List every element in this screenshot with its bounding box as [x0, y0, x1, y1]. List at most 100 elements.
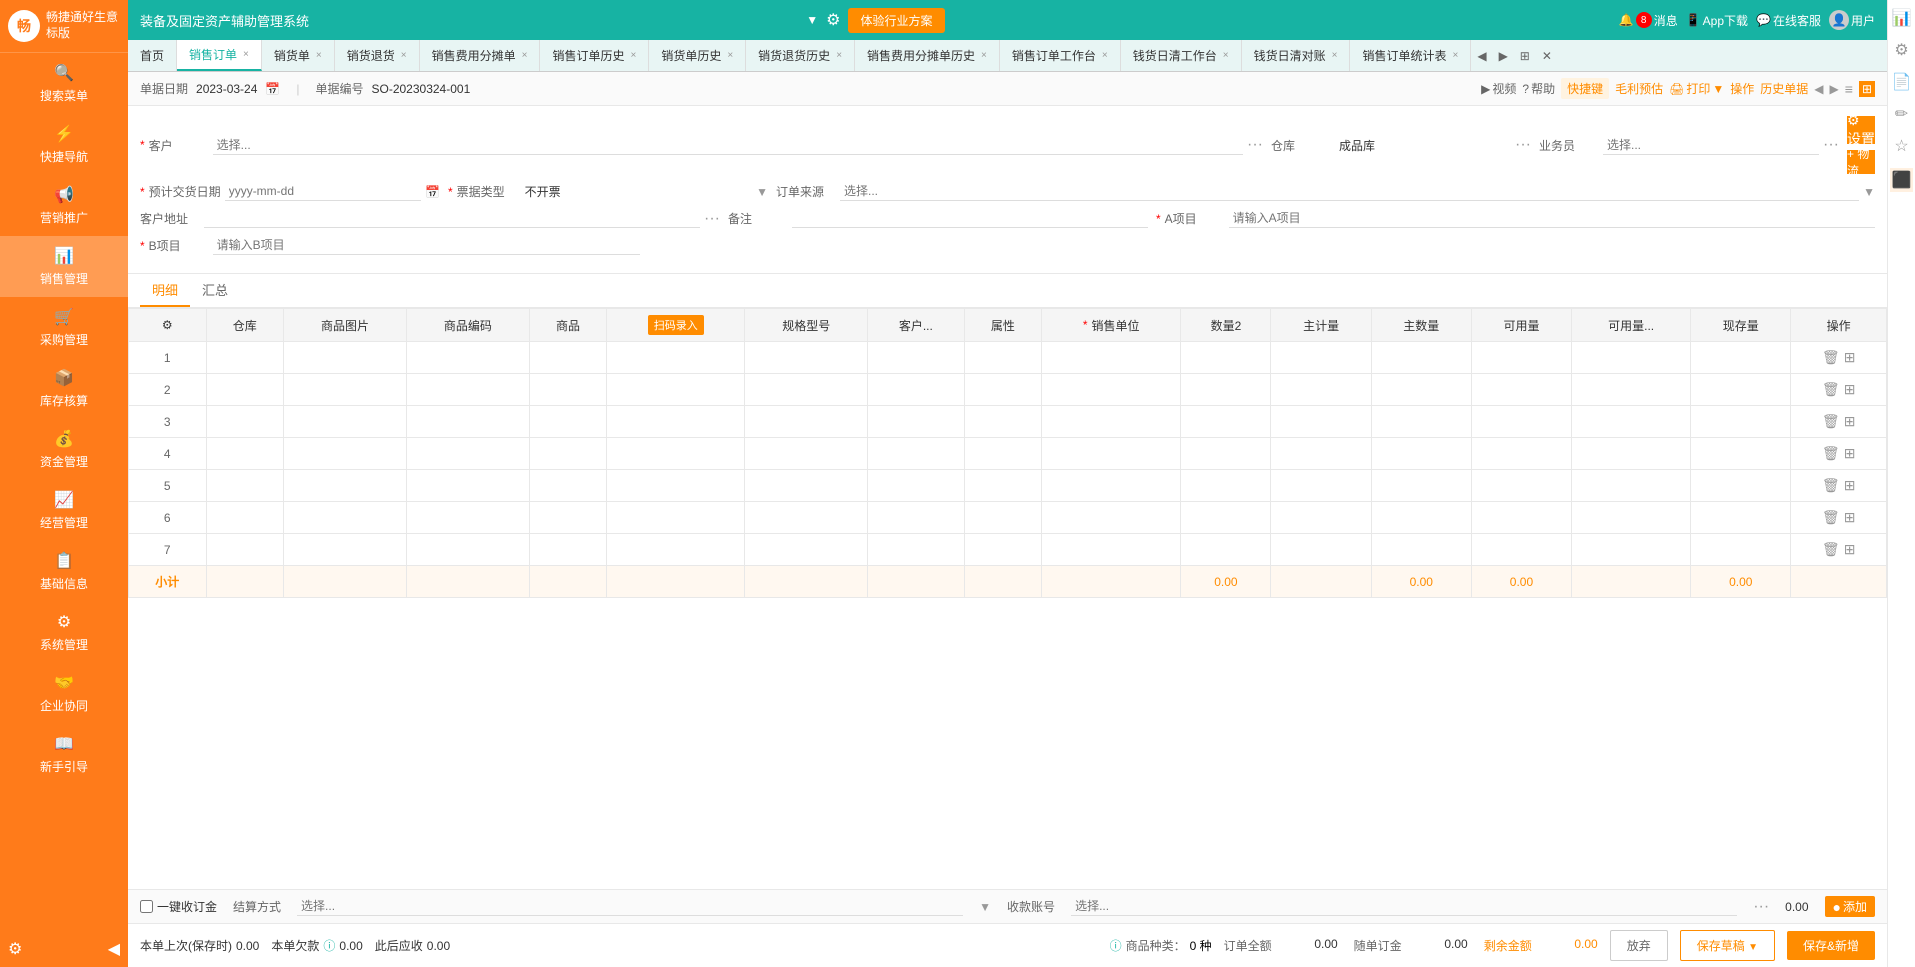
profit-btn[interactable]: 毛利预估 [1615, 80, 1663, 97]
td-warehouse-4[interactable] [206, 438, 284, 470]
tab-close-btn[interactable]: × [1102, 50, 1108, 61]
list-view-icon[interactable]: ≡ [1845, 81, 1853, 97]
td-available2-5[interactable] [1572, 470, 1691, 502]
td-customer_code-1[interactable] [868, 342, 964, 374]
invoice-dropdown-icon[interactable]: ▼ [756, 185, 768, 199]
receipt-account-input[interactable] [1071, 897, 1737, 916]
sidebar-item-经营管理[interactable]: 📈经营管理 [0, 480, 128, 541]
td-customer_code-5[interactable] [868, 470, 964, 502]
td-attribute-2[interactable] [964, 374, 1042, 406]
tab-销货退货[interactable]: 销货退货× [335, 40, 420, 71]
tab-next-btn[interactable]: ▶ [1493, 40, 1514, 71]
td-image-5[interactable] [284, 470, 407, 502]
td-warehouse-5[interactable] [206, 470, 284, 502]
right-icon-5[interactable]: ☆ [1894, 136, 1908, 156]
tab-prev-btn[interactable]: ◀ [1471, 40, 1492, 71]
td-sales_unit-6[interactable] [1042, 502, 1181, 534]
td-main_qty-2[interactable] [1371, 374, 1471, 406]
help-btn[interactable]: ? 帮助 [1522, 80, 1555, 97]
td-sales_unit-1[interactable] [1042, 342, 1181, 374]
td-warehouse-2[interactable] [206, 374, 284, 406]
payment-dropdown-icon[interactable]: ▼ [979, 900, 991, 914]
td-main_unit-5[interactable] [1271, 470, 1371, 502]
product-count-icon[interactable]: ⓘ [1110, 937, 1122, 954]
td-qty2-2[interactable] [1181, 374, 1271, 406]
td-image-7[interactable] [284, 534, 407, 566]
copy-icon[interactable]: ⊞ [1844, 509, 1856, 526]
td-image-4[interactable] [284, 438, 407, 470]
td-current_stock-1[interactable] [1691, 342, 1791, 374]
right-icon-3[interactable]: 📄 [1892, 72, 1912, 92]
td-main_qty-6[interactable] [1371, 502, 1471, 534]
collapse-icon[interactable]: ◀ [108, 939, 120, 959]
td-main_qty-1[interactable] [1371, 342, 1471, 374]
td-spec-6[interactable] [745, 502, 868, 534]
td-product-2[interactable] [529, 374, 607, 406]
td-scan-3[interactable] [607, 406, 745, 438]
td-available2-7[interactable] [1572, 534, 1691, 566]
expand-icon[interactable]: ▼ [806, 13, 818, 27]
shortcut-btn[interactable]: 快捷键 [1561, 78, 1609, 99]
td-warehouse-6[interactable] [206, 502, 284, 534]
salesperson-dots-btn[interactable]: ··· [1823, 137, 1839, 153]
tab-销售订单历史[interactable]: 销售订单历史× [540, 40, 649, 71]
td-settings-6[interactable]: 6 [129, 502, 207, 534]
tab-销售订单工作台[interactable]: 销售订单工作台× [1000, 40, 1121, 71]
message-icon-btn[interactable]: 🔔 8 消息 [1619, 12, 1678, 29]
td-qty2-6[interactable] [1181, 502, 1271, 534]
add-item-button[interactable]: + 物流 [1847, 150, 1875, 174]
td-product-4[interactable] [529, 438, 607, 470]
td-settings-1[interactable]: 1 [129, 342, 207, 374]
td-warehouse-1[interactable] [206, 342, 284, 374]
tab-销售费用分摊单[interactable]: 销售费用分摊单× [420, 40, 541, 71]
delete-icon[interactable]: 🗑 [1822, 413, 1840, 430]
discard-button[interactable]: 放弃 [1610, 930, 1668, 961]
delete-icon[interactable]: 🗑 [1822, 381, 1840, 398]
td-scan-7[interactable] [607, 534, 745, 566]
td-spec-5[interactable] [745, 470, 868, 502]
tab-钱货日清工作台[interactable]: 钱货日清工作台× [1121, 40, 1242, 71]
tab-close-btn[interactable]: × [727, 50, 733, 61]
right-icon-4[interactable]: ✏ [1895, 104, 1908, 124]
td-available-7[interactable] [1471, 534, 1571, 566]
td-available-4[interactable] [1471, 438, 1571, 470]
right-icon-6[interactable]: ⬛ [1890, 168, 1914, 192]
sidebar-item-资金管理[interactable]: 💰资金管理 [0, 419, 128, 480]
tab-close-all-btn[interactable]: ✕ [1536, 40, 1558, 71]
copy-icon[interactable]: ⊞ [1844, 477, 1856, 494]
settings-gear-icon[interactable]: ⚙ [826, 10, 840, 30]
td-main_qty-3[interactable] [1371, 406, 1471, 438]
td-available-1[interactable] [1471, 342, 1571, 374]
right-icon-2[interactable]: ⚙ [1894, 40, 1908, 60]
td-attribute-7[interactable] [964, 534, 1042, 566]
td-sales_unit-3[interactable] [1042, 406, 1181, 438]
td-customer_code-7[interactable] [868, 534, 964, 566]
sidebar-item-销售管理[interactable]: 📊销售管理 [0, 236, 128, 297]
tab-summary[interactable]: 汇总 [190, 274, 240, 307]
td-sales_unit-4[interactable] [1042, 438, 1181, 470]
history-prev-icon[interactable]: ◀ [1814, 82, 1823, 96]
copy-icon[interactable]: ⊞ [1844, 413, 1856, 430]
td-spec-2[interactable] [745, 374, 868, 406]
settings-button[interactable]: ⚙ 设置 [1847, 116, 1875, 144]
delivery-calendar-icon[interactable]: 📅 [425, 185, 440, 199]
warehouse-dots-btn[interactable]: ··· [1515, 137, 1531, 153]
td-main_unit-4[interactable] [1271, 438, 1371, 470]
sidebar-item-快捷导航[interactable]: ⚡快捷导航 [0, 114, 128, 175]
td-qty2-4[interactable] [1181, 438, 1271, 470]
tab-expand-btn[interactable]: ⊞ [1514, 40, 1536, 71]
td-spec-7[interactable] [745, 534, 868, 566]
history-btn[interactable]: 历史单据 [1760, 80, 1808, 97]
tab-销货单历史[interactable]: 销货单历史× [649, 40, 746, 71]
delete-icon[interactable]: 🗑 [1822, 349, 1840, 366]
tab-销货退货历史[interactable]: 销货退货历史× [746, 40, 855, 71]
tab-close-btn[interactable]: × [630, 50, 636, 61]
td-settings-2[interactable]: 2 [129, 374, 207, 406]
td-sales_unit-2[interactable] [1042, 374, 1181, 406]
sidebar-item-系统管理[interactable]: ⚙系统管理 [0, 602, 128, 663]
td-available-6[interactable] [1471, 502, 1571, 534]
customer-address-input[interactable] [204, 209, 700, 228]
note-input[interactable] [792, 209, 1148, 228]
tab-close-btn[interactable]: × [316, 50, 322, 61]
history-next-icon[interactable]: ▶ [1830, 82, 1839, 96]
